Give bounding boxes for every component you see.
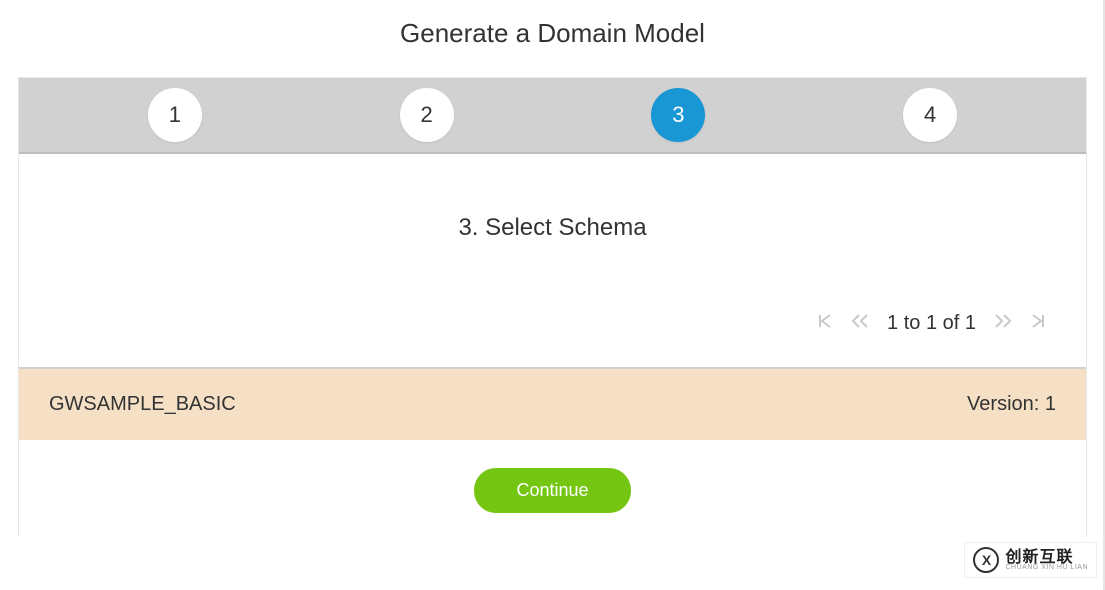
pager-next-icon[interactable]: [994, 313, 1012, 334]
pager-last-icon[interactable]: [1030, 313, 1046, 334]
pager-text: 1 to 1 of 1: [887, 312, 976, 335]
page-title: Generate a Domain Model: [0, 0, 1105, 77]
watermark-sub: CHUANG XIN HU LIAN: [1005, 564, 1088, 571]
schema-version: Version: 1: [967, 393, 1056, 416]
schema-name: GWSAMPLE_BASIC: [49, 393, 236, 416]
continue-button[interactable]: Continue: [474, 468, 630, 513]
step-1[interactable]: 1: [148, 88, 202, 142]
actions-bar: Continue: [19, 468, 1086, 537]
watermark-logo-icon: X: [973, 547, 999, 573]
stepper: 1 2 3 4: [19, 78, 1086, 154]
pager: 1 to 1 of 1: [19, 312, 1086, 335]
pager-first-icon[interactable]: [817, 313, 833, 334]
wizard-container: 1 2 3 4 3. Select Schema 1 to 1 of 1 GWS…: [18, 77, 1087, 537]
step-4[interactable]: 4: [903, 88, 957, 142]
content-area: 3. Select Schema: [19, 154, 1086, 312]
watermark-text: 创新互联 CHUANG XIN HU LIAN: [1005, 550, 1088, 571]
step-3[interactable]: 3: [651, 88, 705, 142]
schema-row[interactable]: GWSAMPLE_BASIC Version: 1: [19, 367, 1086, 440]
step-2[interactable]: 2: [400, 88, 454, 142]
watermark: X 创新互联 CHUANG XIN HU LIAN: [964, 542, 1097, 578]
step-heading: 3. Select Schema: [59, 214, 1046, 242]
pager-prev-icon[interactable]: [851, 313, 869, 334]
